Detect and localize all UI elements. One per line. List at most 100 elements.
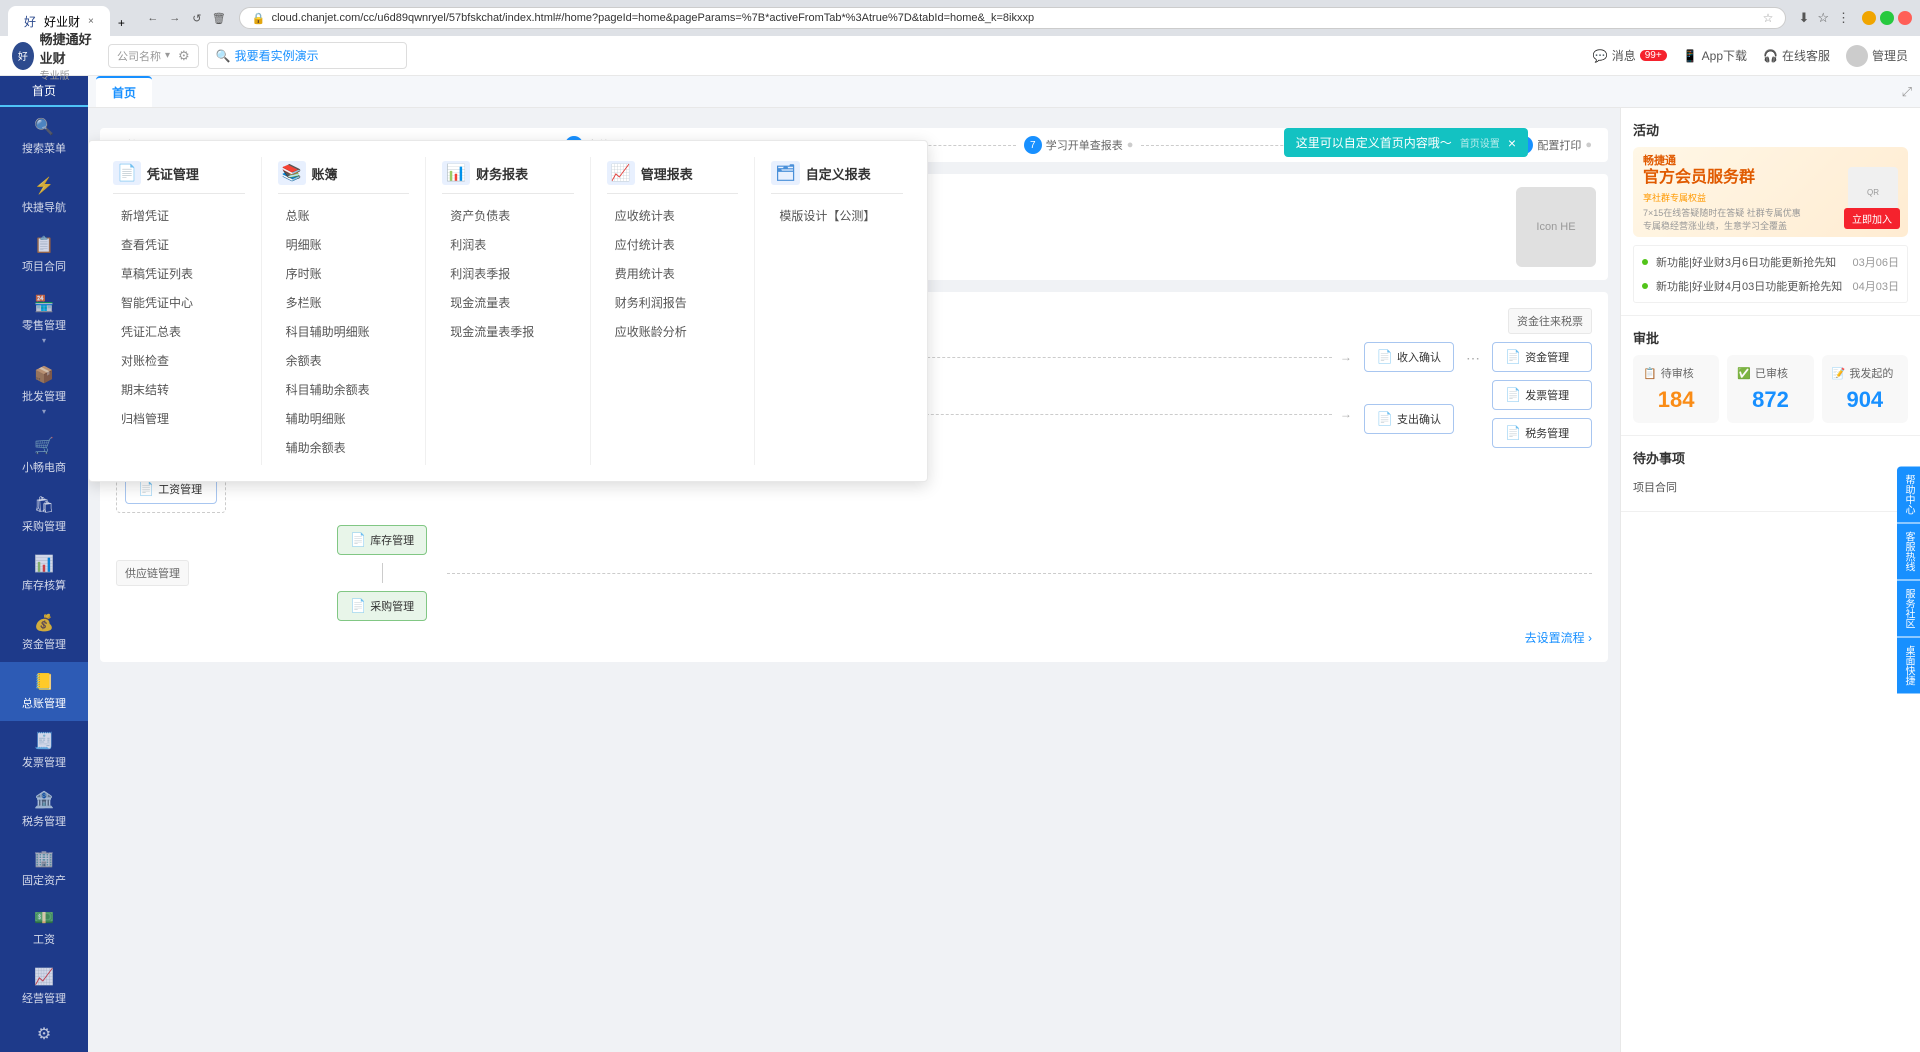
dropdown-item-aux-detail[interactable]: 辅助明细账: [278, 405, 410, 432]
app-download-btn[interactable]: 📱 App下载: [1683, 47, 1747, 64]
dropdown-item-view-voucher[interactable]: 查看凭证: [113, 231, 245, 258]
join-btn[interactable]: 立即加入: [1844, 208, 1900, 229]
sidebar-item-wholesale[interactable]: 📦 批发管理 ▾: [0, 355, 88, 426]
desktop-shortcut-btn[interactable]: 桌面快捷: [1897, 638, 1920, 694]
dropdown-item-detail-ledger[interactable]: 明细账: [278, 231, 410, 258]
delete-btn[interactable]: 🗑: [211, 10, 227, 26]
progress-step-7[interactable]: 7 学习开单查报表 ●: [1024, 136, 1134, 154]
sidebar-item-ecommerce[interactable]: 🛒 小畅电商: [0, 426, 88, 485]
app-title: 畅捷通好业财: [40, 29, 100, 67]
sidebar-item-quick-nav[interactable]: ⚡ 快捷导航: [0, 166, 88, 225]
dropdown-item-account-balance[interactable]: 科目辅助余额表: [278, 376, 410, 403]
sidebar-item-fixed-assets[interactable]: 🏢 固定资产: [0, 839, 88, 898]
sidebar-item-project-contract[interactable]: 📋 项目合同: [0, 225, 88, 284]
dropdown-item-general-ledger[interactable]: 总账: [278, 202, 410, 229]
refresh-btn[interactable]: ↺: [189, 10, 205, 26]
demo-search[interactable]: 🔍 我要看实例演示: [207, 42, 407, 69]
dropdown-item-aging[interactable]: 应收账龄分析: [607, 318, 739, 345]
minimize-btn[interactable]: [1862, 11, 1876, 25]
banner-close-btn[interactable]: ×: [1508, 135, 1516, 151]
dropdown-item-period-close[interactable]: 期末结转: [113, 376, 245, 403]
setup-flow-link[interactable]: 去设置流程 ›: [1525, 631, 1592, 645]
back-btn[interactable]: ←: [145, 10, 161, 26]
invoice-mgmt-node[interactable]: 📄 发票管理: [1492, 380, 1592, 410]
sidebar-item-label: 批发管理: [22, 388, 66, 404]
maximize-btn[interactable]: [1880, 11, 1894, 25]
star-icon[interactable]: ☆: [1763, 11, 1774, 25]
fund-mgmt-node[interactable]: 📄 资金管理: [1492, 342, 1592, 372]
address-bar[interactable]: 🔒 cloud.chanjet.com/cc/u6d89qwnryel/57bf…: [239, 7, 1787, 29]
sidebar-item-ledger[interactable]: 📒 总账管理: [0, 662, 88, 721]
sidebar-item-invoice[interactable]: 🧾 发票管理: [0, 721, 88, 780]
service-btn[interactable]: 🎧 在线客服: [1763, 47, 1830, 64]
purchase-node[interactable]: 📄 采购管理: [337, 591, 427, 621]
dropdown-item-balance[interactable]: 余额表: [278, 347, 410, 374]
dropdown-item-receivable[interactable]: 应收统计表: [607, 202, 739, 229]
todo-item-project[interactable]: 项目合同 ›: [1633, 475, 1908, 499]
dropdown-item-cashflow-quarterly[interactable]: 现金流量表季报: [442, 318, 574, 345]
tax-mgmt-label: 税务管理: [1525, 425, 1569, 441]
voucher-section-title: 凭证管理: [147, 164, 199, 183]
dropdown-item-aux-balance[interactable]: 辅助余额表: [278, 434, 410, 461]
new-tab-btn[interactable]: +: [110, 10, 133, 36]
dropdown-item-profit-quarterly[interactable]: 利润表季报: [442, 260, 574, 287]
dropdown-item-smart-voucher[interactable]: 智能凭证中心: [113, 289, 245, 316]
dropdown-item-account-detail[interactable]: 科目辅助明细账: [278, 318, 410, 345]
custom-report-items: 模版设计【公测】: [771, 202, 903, 241]
close-btn[interactable]: [1898, 11, 1912, 25]
sidebar-item-inventory[interactable]: 📊 库存核算: [0, 544, 88, 603]
more-icon[interactable]: ⋮: [1837, 10, 1850, 26]
sidebar-item-mgmt[interactable]: 📈 经营管理: [0, 957, 88, 1016]
bookmark-icon[interactable]: ☆: [1817, 10, 1829, 26]
dropdown-item-expense-stats[interactable]: 费用统计表: [607, 260, 739, 287]
dropdown-item-payable[interactable]: 应付统计表: [607, 231, 739, 258]
dropdown-item-profit[interactable]: 利润表: [442, 231, 574, 258]
search-icon: 🔍: [216, 49, 231, 63]
dropdown-item-template-design[interactable]: 模版设计【公测】: [771, 202, 903, 229]
dropdown-item-draft-voucher[interactable]: 草稿凭证列表: [113, 260, 245, 287]
hotline-btn[interactable]: 客服热线: [1897, 524, 1920, 580]
dropdown-item-balance-sheet[interactable]: 资产负债表: [442, 202, 574, 229]
forward-btn[interactable]: →: [167, 10, 183, 26]
sidebar-item-search[interactable]: 🔍 搜索菜单: [0, 107, 88, 166]
user-btn[interactable]: 管理员: [1846, 45, 1908, 67]
sidebar-item-salary[interactable]: 💵 工资: [0, 898, 88, 957]
dropdown-item-reconcile[interactable]: 对账检查: [113, 347, 245, 374]
app-icon: 📱: [1683, 49, 1698, 63]
divider-2: [425, 157, 426, 465]
approval-card-pending[interactable]: 📋 待审核 184: [1633, 355, 1719, 423]
approval-card-mine[interactable]: 📝 我发起的 904: [1822, 355, 1908, 423]
income-confirm-node[interactable]: 📄 收入确认: [1364, 342, 1454, 372]
dropdown-item-finance-profit[interactable]: 财务利润报告: [607, 289, 739, 316]
custom-report-section-icon: 🗂: [771, 161, 799, 185]
company-selector[interactable]: 公司名称 ▾ ⚙: [108, 44, 199, 68]
dropdown-sections-row: 📄 凭证管理 新增凭证 查看凭证 草稿凭证列表 智能凭证中心 凭证汇总表 对账检…: [89, 141, 927, 481]
inventory-node[interactable]: 📄 库存管理: [337, 525, 427, 555]
sidebar-item-tax[interactable]: 🏦 税务管理: [0, 780, 88, 839]
community-btn[interactable]: 服务社区: [1897, 581, 1920, 637]
sidebar-settings-btn[interactable]: ⚙: [37, 1024, 51, 1044]
news-item-1[interactable]: 新功能|好业财3月6日功能更新抢先知 03月06日: [1642, 250, 1899, 274]
dropdown-item-new-voucher[interactable]: 新增凭证: [113, 202, 245, 229]
dropdown-item-chronological[interactable]: 序时账: [278, 260, 410, 287]
dropdown-item-archive[interactable]: 归档管理: [113, 405, 245, 432]
help-center-btn[interactable]: 帮助中心: [1897, 467, 1920, 523]
download-icon[interactable]: ⬇: [1798, 10, 1809, 26]
icon-he-1[interactable]: Icon HE: [1516, 187, 1596, 267]
sidebar-item-retail[interactable]: 🏪 零售管理 ▾: [0, 284, 88, 355]
message-btn[interactable]: 💬 消息 99+: [1593, 47, 1667, 64]
dropdown-item-voucher-summary[interactable]: 凭证汇总表: [113, 318, 245, 345]
expand-screen-icon[interactable]: ⤢: [1902, 84, 1912, 100]
sidebar-item-fund[interactable]: 💰 资金管理: [0, 603, 88, 662]
settings-icon[interactable]: ⚙: [178, 48, 190, 64]
dropdown-item-cashflow[interactable]: 现金流量表: [442, 289, 574, 316]
news-item-2[interactable]: 新功能|好业财4月03日功能更新抢先知 04月03日: [1642, 274, 1899, 298]
tax-mgmt-node[interactable]: 📄 税务管理: [1492, 418, 1592, 448]
tab-home[interactable]: 首页: [96, 76, 152, 107]
dropdown-item-multi-col[interactable]: 多栏账: [278, 289, 410, 316]
main-layout: 首页 🔍 搜索菜单 ⚡ 快捷导航 📋 项目合同 🏪 零售管理 ▾ 📦: [0, 76, 1920, 1052]
sidebar-item-purchase[interactable]: 🛍 采购管理: [0, 485, 88, 544]
expense-confirm-node[interactable]: 📄 支出确认: [1364, 404, 1454, 434]
tab-close-btn[interactable]: ×: [88, 16, 94, 27]
approval-card-approved[interactable]: ✅ 已审核 872: [1727, 355, 1813, 423]
